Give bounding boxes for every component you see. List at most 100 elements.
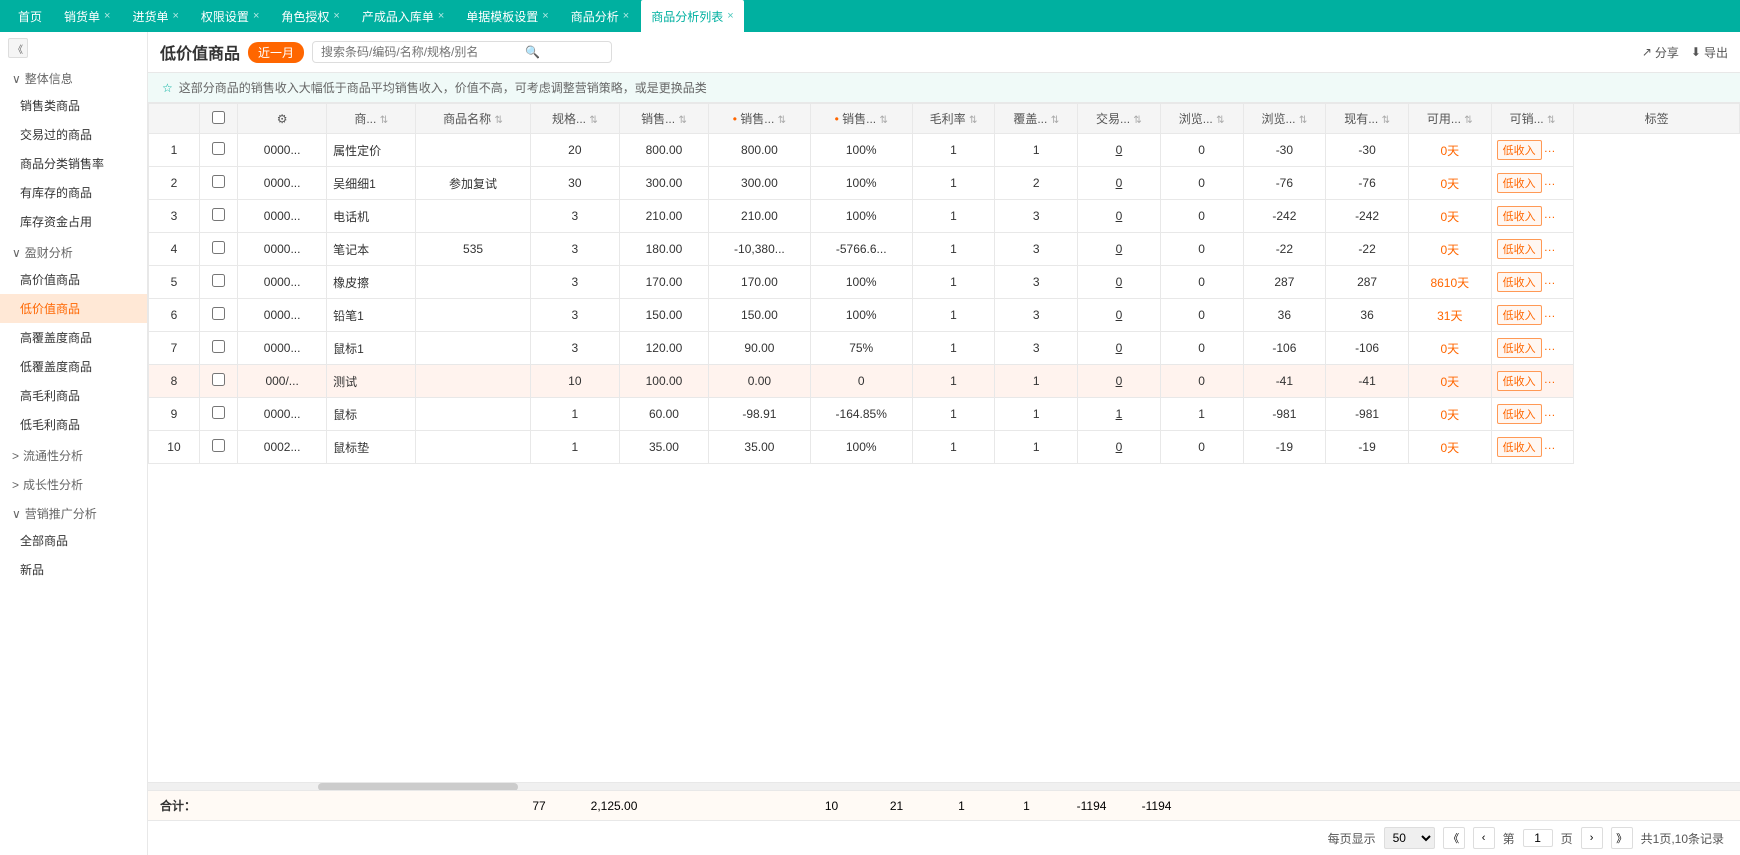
th-sellable[interactable]: 可销... ⇅ [1491, 104, 1574, 134]
sidebar-item-all-products[interactable]: 全部商品 [0, 526, 147, 555]
th-check[interactable] [199, 104, 237, 134]
select-all-checkbox[interactable] [212, 111, 225, 124]
th-spec[interactable]: 规格... ⇅ [530, 104, 619, 134]
row-checkbox[interactable] [212, 142, 225, 155]
cell-check[interactable] [199, 233, 237, 266]
row-checkbox[interactable] [212, 241, 225, 254]
row-checkbox[interactable] [212, 208, 225, 221]
cell-browse1[interactable]: 0 [1078, 266, 1161, 299]
table-container[interactable]: ⚙ 商... ⇅ 商品名称 ⇅ 规格... ⇅ [148, 103, 1740, 782]
close-icon[interactable]: × [104, 10, 110, 22]
export-button[interactable]: ⬇ 导出 [1691, 44, 1728, 61]
close-icon[interactable]: × [333, 10, 339, 22]
nav-home[interactable]: 首页 [8, 0, 52, 32]
th-trade[interactable]: 交易... ⇅ [1078, 104, 1161, 134]
sidebar-item-stock-products[interactable]: 有库存的商品 [0, 178, 147, 207]
nav-role-auth[interactable]: 角色授权 × [271, 0, 349, 32]
browse-link[interactable]: 0 [1116, 275, 1123, 289]
browse-link[interactable]: 0 [1116, 341, 1123, 355]
sidebar-item-sales-products[interactable]: 销售类商品 [0, 91, 147, 120]
th-browse1[interactable]: 浏览... ⇅ [1160, 104, 1243, 134]
sidebar-item-stock-capital[interactable]: 库存资金占用 [0, 207, 147, 236]
nav-template-settings[interactable]: 单据模板设置 × [456, 0, 558, 32]
th-code[interactable]: 商... ⇅ [327, 104, 416, 134]
th-gross-rate[interactable]: 毛利率 ⇅ [912, 104, 995, 134]
horizontal-scrollbar[interactable] [148, 782, 1740, 790]
cell-browse1[interactable]: 0 [1078, 332, 1161, 365]
sidebar-item-low-value[interactable]: 低价值商品 [0, 294, 147, 323]
close-icon[interactable]: × [172, 10, 178, 22]
th-coverage[interactable]: 覆盖... ⇅ [995, 104, 1078, 134]
cell-browse1[interactable]: 1 [1078, 398, 1161, 431]
cell-check[interactable] [199, 431, 237, 464]
cell-browse1[interactable]: 0 [1078, 365, 1161, 398]
row-checkbox[interactable] [212, 373, 225, 386]
cell-browse1[interactable]: 0 [1078, 167, 1161, 200]
search-icon[interactable]: 🔍 [525, 45, 540, 59]
close-icon[interactable]: × [623, 10, 629, 22]
search-input[interactable] [321, 45, 521, 59]
share-button[interactable]: ↗ 分享 [1642, 44, 1679, 61]
page-number-input[interactable] [1523, 829, 1553, 847]
collapse-sidebar-button[interactable]: 《 [8, 38, 28, 58]
nav-sales-order[interactable]: 销货单 × [54, 0, 120, 32]
th-sales-amt[interactable]: • 销售... ⇅ [810, 104, 912, 134]
cell-browse1[interactable]: 0 [1078, 200, 1161, 233]
th-sales-price[interactable]: • 销售... ⇅ [709, 104, 811, 134]
cell-browse1[interactable]: 0 [1078, 299, 1161, 332]
browse-link[interactable]: 0 [1116, 176, 1123, 190]
cell-check[interactable] [199, 398, 237, 431]
cell-check[interactable] [199, 200, 237, 233]
th-browse2[interactable]: 浏览... ⇅ [1243, 104, 1326, 134]
browse-link[interactable]: 0 [1116, 143, 1123, 157]
sidebar-item-traded-products[interactable]: 交易过的商品 [0, 120, 147, 149]
row-checkbox[interactable] [212, 439, 225, 452]
browse-link[interactable]: 0 [1116, 440, 1123, 454]
close-icon[interactable]: × [542, 10, 548, 22]
next-page-button[interactable]: › [1581, 827, 1603, 849]
nav-product-analysis[interactable]: 商品分析 × [561, 0, 639, 32]
last-page-button[interactable]: 》 [1611, 827, 1633, 849]
th-sales-qty[interactable]: 销售... ⇅ [619, 104, 708, 134]
cell-check[interactable] [199, 266, 237, 299]
th-tags[interactable]: 标签 [1574, 104, 1740, 134]
row-checkbox[interactable] [212, 274, 225, 287]
nav-product-analysis-list[interactable]: 商品分析列表 × [641, 0, 743, 32]
browse-link[interactable]: 0 [1116, 374, 1123, 388]
first-page-button[interactable]: 《 [1443, 827, 1465, 849]
nav-purchase-order[interactable]: 进货单 × [122, 0, 188, 32]
prev-page-button[interactable]: ‹ [1473, 827, 1495, 849]
nav-product-in[interactable]: 产成品入库单 × [352, 0, 454, 32]
th-name[interactable]: 商品名称 ⇅ [416, 104, 531, 134]
cell-check[interactable] [199, 299, 237, 332]
browse-link[interactable]: 1 [1116, 407, 1123, 421]
browse-link[interactable]: 0 [1116, 308, 1123, 322]
row-checkbox[interactable] [212, 406, 225, 419]
cell-check[interactable] [199, 167, 237, 200]
sidebar-item-low-coverage[interactable]: 低覆盖度商品 [0, 352, 147, 381]
nav-permissions[interactable]: 权限设置 × [191, 0, 269, 32]
page-size-select[interactable]: 50 100 [1384, 827, 1435, 849]
cell-browse1[interactable]: 0 [1078, 134, 1161, 167]
close-icon[interactable]: × [438, 10, 444, 22]
close-icon[interactable]: × [253, 10, 259, 22]
th-avail-stock[interactable]: 可用... ⇅ [1408, 104, 1491, 134]
cell-check[interactable] [199, 332, 237, 365]
browse-link[interactable]: 0 [1116, 242, 1123, 256]
th-settings[interactable]: ⚙ [238, 104, 327, 134]
sidebar-item-low-margin[interactable]: 低毛利商品 [0, 410, 147, 439]
cell-check[interactable] [199, 134, 237, 167]
th-cur-stock[interactable]: 现有... ⇅ [1326, 104, 1409, 134]
sidebar-item-new-products[interactable]: 新品 [0, 555, 147, 584]
cell-check[interactable] [199, 365, 237, 398]
row-checkbox[interactable] [212, 307, 225, 320]
sidebar-item-high-margin[interactable]: 高毛利商品 [0, 381, 147, 410]
browse-link[interactable]: 0 [1116, 209, 1123, 223]
close-icon[interactable]: × [727, 10, 733, 22]
sidebar-item-high-coverage[interactable]: 高覆盖度商品 [0, 323, 147, 352]
cell-browse1[interactable]: 0 [1078, 233, 1161, 266]
row-checkbox[interactable] [212, 340, 225, 353]
row-checkbox[interactable] [212, 175, 225, 188]
sidebar-item-high-value[interactable]: 高价值商品 [0, 265, 147, 294]
filter-recent-month-button[interactable]: 近一月 [248, 42, 304, 63]
